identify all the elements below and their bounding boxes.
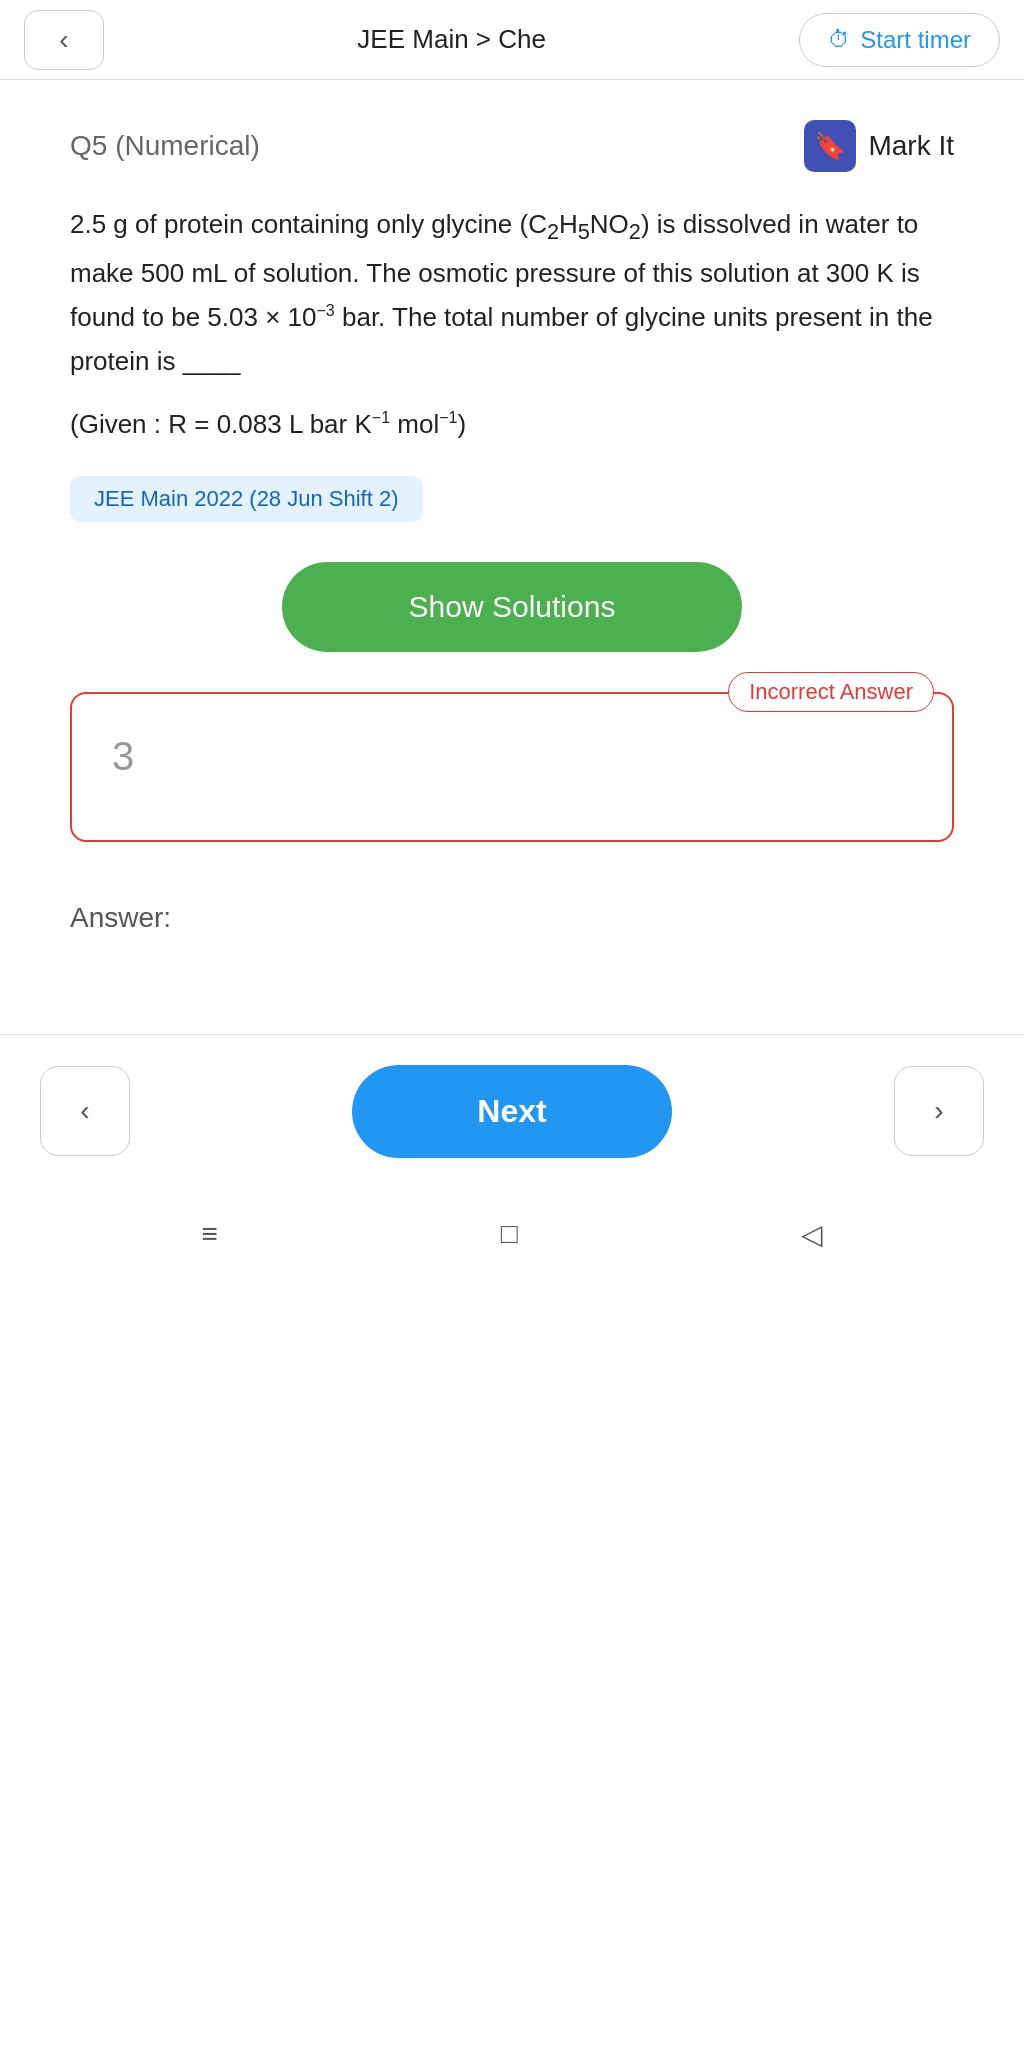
- back-button[interactable]: ‹: [24, 10, 104, 70]
- incorrect-label: Incorrect Answer: [728, 672, 934, 712]
- question-label: Q5 (Numerical): [70, 130, 260, 162]
- more-button[interactable]: ›: [894, 1066, 984, 1156]
- menu-icon[interactable]: ≡: [201, 1218, 217, 1250]
- breadcrumb: JEE Main > Che: [357, 24, 546, 55]
- main-content: Q5 (Numerical) 🔖 Mark It 2.5 g of protei…: [0, 80, 1024, 1034]
- answer-box[interactable]: 3: [70, 692, 954, 842]
- show-solutions-button[interactable]: Show Solutions: [282, 562, 742, 652]
- mark-it-label: Mark It: [868, 130, 954, 162]
- timer-icon: ⏱: [828, 27, 850, 53]
- prev-icon: ‹: [80, 1095, 89, 1127]
- tag-badge: JEE Main 2022 (28 Jun Shift 2): [70, 476, 954, 562]
- mark-it-button[interactable]: 🔖 Mark It: [804, 120, 954, 172]
- bookmark-icon: 🔖: [804, 120, 856, 172]
- system-nav-bar: ≡ □ ◁: [0, 1188, 1024, 1281]
- answer-section: Answer:: [70, 902, 954, 934]
- question-text: 2.5 g of protein containing only glycine…: [70, 202, 954, 446]
- user-answer-value: 3: [112, 734, 134, 778]
- home-icon[interactable]: □: [501, 1218, 518, 1250]
- next-button[interactable]: Next: [352, 1065, 672, 1158]
- timer-label: Start timer: [860, 26, 971, 54]
- prev-button[interactable]: ‹: [40, 1066, 130, 1156]
- top-bar: ‹ JEE Main > Che ⏱ Start timer: [0, 0, 1024, 80]
- answer-section-label: Answer:: [70, 902, 171, 933]
- start-timer-button[interactable]: ⏱ Start timer: [799, 13, 1000, 67]
- question-header: Q5 (Numerical) 🔖 Mark It: [70, 120, 954, 172]
- back-icon: ‹: [59, 24, 68, 56]
- more-icon: ›: [934, 1095, 943, 1127]
- answer-input-section: Incorrect Answer 3: [70, 692, 954, 842]
- bottom-nav: ‹ Next ›: [0, 1035, 1024, 1188]
- system-back-icon[interactable]: ◁: [801, 1218, 823, 1251]
